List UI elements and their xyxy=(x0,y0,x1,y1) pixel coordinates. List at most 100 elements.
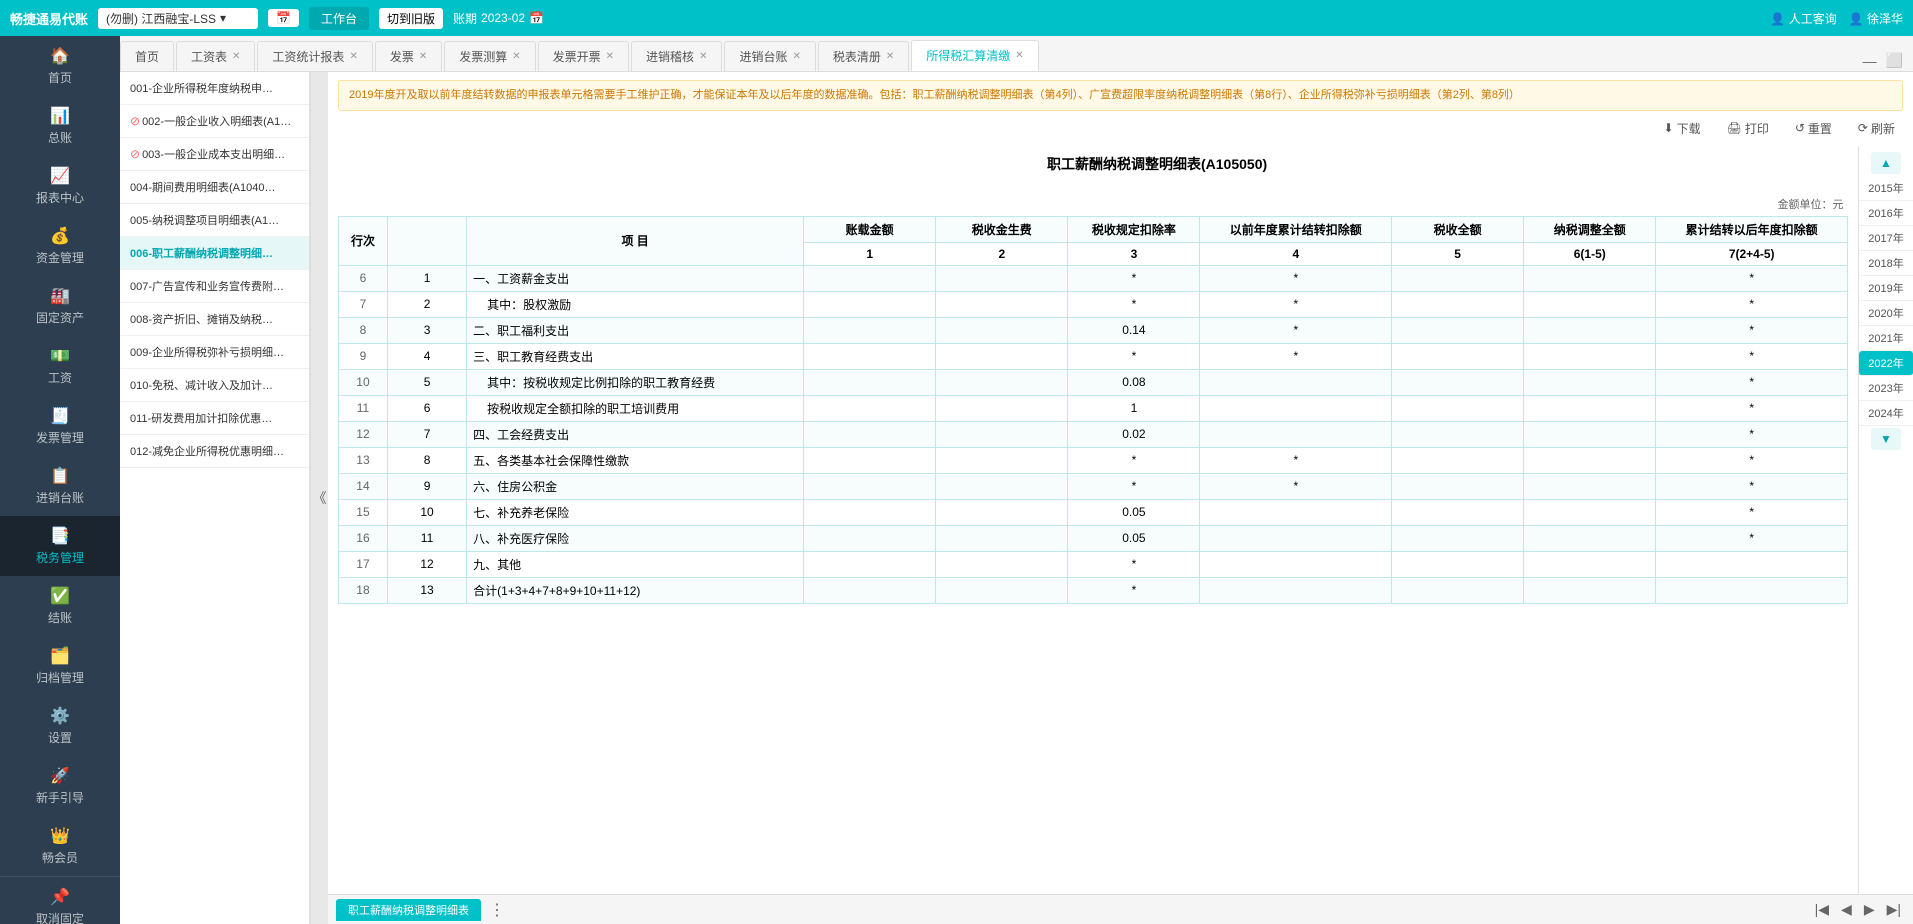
table-row[interactable]: 12 7 四、工会经费支出 0.02 * xyxy=(339,421,1848,447)
close-icon[interactable]: ✕ xyxy=(349,51,357,62)
refresh-button[interactable]: ⟳ 刷新 xyxy=(1850,117,1903,140)
year-item-2016[interactable]: 2016年 xyxy=(1859,201,1913,226)
sidebar-item-asset[interactable]: 💰 资金管理 xyxy=(0,216,120,276)
tab-income-tax[interactable]: 所得税汇算清缴✕ xyxy=(911,40,1038,71)
sidebar-item-tax[interactable]: 📑 税务管理 xyxy=(0,516,120,576)
left-panel-item-008[interactable]: 008-资产折旧、摊销及纳税… xyxy=(120,303,309,336)
close-icon[interactable]: ✕ xyxy=(886,51,894,62)
year-item-2015[interactable]: 2015年 xyxy=(1859,176,1913,201)
reset-button[interactable]: ↺ 重置 xyxy=(1787,117,1840,140)
minimize-icon[interactable]: — xyxy=(1861,51,1879,71)
close-icon[interactable]: ✕ xyxy=(419,51,427,62)
bottom-sheet-tab[interactable]: 职工薪酬纳税调整明细表 xyxy=(336,899,481,921)
user-avatar[interactable]: 👤 徐泽华 xyxy=(1849,10,1903,27)
sidebar-item-guide[interactable]: 🚀 新手引导 xyxy=(0,756,120,816)
table-row[interactable]: 18 13 合计(1+3+4+7+8+9+10+11+12) * xyxy=(339,577,1848,603)
close-icon[interactable]: ✕ xyxy=(1015,50,1023,61)
table-row[interactable]: 9 4 三、职工教育经费支出 * * * xyxy=(339,343,1848,369)
table-row[interactable]: 16 11 八、补充医疗保险 0.05 * xyxy=(339,525,1848,551)
tab-invoice-calc[interactable]: 发票测算✕ xyxy=(444,41,535,71)
close-icon[interactable]: ✕ xyxy=(512,51,520,62)
left-panel-item-003[interactable]: ⊘003-一般企业成本支出明细… xyxy=(120,138,309,171)
switch-period-button[interactable]: 切到旧版 xyxy=(379,8,443,29)
close-icon[interactable]: ✕ xyxy=(792,51,800,62)
tab-tax-book[interactable]: 税表清册✕ xyxy=(818,41,909,71)
cancel-fixed-button[interactable]: 📌 取消固定 xyxy=(0,877,120,924)
more-icon[interactable]: ⋮ xyxy=(481,900,513,920)
left-panel-item-010[interactable]: 010-免税、减计收入及加计… xyxy=(120,369,309,402)
tab-home[interactable]: 首页 xyxy=(120,41,174,71)
year-item-2021[interactable]: 2021年 xyxy=(1859,326,1913,351)
table-row[interactable]: 15 10 七、补充养老保险 0.05 * xyxy=(339,499,1848,525)
left-panel-item-009[interactable]: 009-企业所得税弥补亏损明细… xyxy=(120,336,309,369)
year-item-2022[interactable]: 2022年 xyxy=(1859,351,1913,376)
table-row[interactable]: 6 1 一、工资薪金支出 * * * xyxy=(339,265,1848,291)
table-row[interactable]: 7 2 其中：股权激励 * * * xyxy=(339,291,1848,317)
table-row[interactable]: 8 3 二、职工福利支出 0.14 * * xyxy=(339,317,1848,343)
sidebar-item-label: 固定资产 xyxy=(36,309,84,326)
col-subheader-e: 3 xyxy=(1068,242,1200,265)
table-row[interactable]: 17 12 九、其他 * xyxy=(339,551,1848,577)
sidebar: 🏠 首页 📊 总账 📈 报表中心 💰 资金管理 🏭 固定资产 💵 工资 🧾 发票… xyxy=(0,36,120,924)
workbench-button[interactable]: 工作台 xyxy=(309,7,369,30)
tab-invoice-open[interactable]: 发票开票✕ xyxy=(538,41,629,71)
tab-purchase-ledger[interactable]: 进销台账✕ xyxy=(724,41,815,71)
sidebar-item-settings[interactable]: ⚙️ 设置 xyxy=(0,696,120,756)
table-row[interactable]: 11 6 按税收规定全额扣除的职工培训费用 1 * xyxy=(339,395,1848,421)
left-panel: 001-企业所得税年度纳税申… ⊘002-一般企业收入明细表(A1… ⊘003-… xyxy=(120,72,310,924)
left-panel-item-012[interactable]: 012-减免企业所得税优惠明细… xyxy=(120,435,309,468)
collapse-button[interactable]: 《 xyxy=(310,72,328,924)
left-panel-item-001[interactable]: 001-企业所得税年度纳税申… xyxy=(120,72,309,105)
left-panel-item-007[interactable]: 007-广告宣传和业务宣传费附… xyxy=(120,270,309,303)
table-row[interactable]: 14 9 六、住房公积金 * * * xyxy=(339,473,1848,499)
sidebar-item-archive[interactable]: 🗂️ 归档管理 xyxy=(0,636,120,696)
left-panel-item-004[interactable]: 004-期间费用明细表(A1040… xyxy=(120,171,309,204)
customer-service[interactable]: 👤 人工客询 xyxy=(1770,10,1836,27)
left-panel-item-006[interactable]: 006-职工薪酬纳税调整明细… xyxy=(120,237,309,270)
year-item-2017[interactable]: 2017年 xyxy=(1859,226,1913,251)
close-icon[interactable]: ✕ xyxy=(232,51,240,62)
sidebar-item-report[interactable]: 📈 报表中心 xyxy=(0,156,120,216)
nav-first-icon[interactable]: |◀ xyxy=(1811,899,1833,920)
sidebar-item-ledger[interactable]: 📊 总账 xyxy=(0,96,120,156)
app-logo: 畅捷通易代账 xyxy=(10,9,88,28)
year-item-2019[interactable]: 2019年 xyxy=(1859,276,1913,301)
year-nav-up[interactable]: ▲ xyxy=(1871,152,1901,174)
tab-purchase-audit[interactable]: 进销稽核✕ xyxy=(631,41,722,71)
close-icon[interactable]: ✕ xyxy=(699,51,707,62)
table-row[interactable]: 13 8 五、各类基本社会保障性缴款 * * * xyxy=(339,447,1848,473)
year-item-2018[interactable]: 2018年 xyxy=(1859,251,1913,276)
calendar-icon[interactable]: 📅 xyxy=(268,9,299,27)
year-item-2023[interactable]: 2023年 xyxy=(1859,376,1913,401)
maximize-icon[interactable]: ⬜ xyxy=(1884,50,1905,71)
table-row[interactable]: 10 5 其中：按税收规定比例扣除的职工教育经费 0.08 * xyxy=(339,369,1848,395)
sidebar-item-home[interactable]: 🏠 首页 xyxy=(0,36,120,96)
close-icon[interactable]: ✕ xyxy=(606,51,614,62)
table-row xyxy=(339,182,1848,192)
nav-last-icon[interactable]: ▶| xyxy=(1883,899,1905,920)
sidebar-item-salary[interactable]: 💵 工资 xyxy=(0,336,120,396)
year-nav-down[interactable]: ▼ xyxy=(1871,428,1901,450)
table-row: 金额单位：元 xyxy=(339,192,1848,217)
sidebar-item-fixed[interactable]: 🏭 固定资产 xyxy=(0,276,120,336)
tab-invoice[interactable]: 发票✕ xyxy=(375,41,442,71)
col-subheader-g: 5 xyxy=(1392,242,1524,265)
company-selector[interactable]: (勿删) 江西融宝-LSS ▾ xyxy=(98,8,258,29)
print-button[interactable]: 🖨 打印 xyxy=(1719,117,1777,140)
tab-salary-report[interactable]: 工资统计报表✕ xyxy=(257,41,372,71)
download-button[interactable]: ⬇ 下载 xyxy=(1656,117,1709,140)
nav-next-icon[interactable]: ▶ xyxy=(1860,899,1879,920)
nav-prev-icon[interactable]: ◀ xyxy=(1837,899,1856,920)
col-header-f: 以前年度累计结转扣除额 xyxy=(1200,216,1392,242)
sidebar-item-settle[interactable]: ✅ 结账 xyxy=(0,576,120,636)
tab-salary-sheet[interactable]: 工资表✕ xyxy=(176,41,255,71)
year-item-2020[interactable]: 2020年 xyxy=(1859,301,1913,326)
sidebar-item-invoice[interactable]: 🧾 发票管理 xyxy=(0,396,120,456)
calendar-icon2[interactable]: 📅 xyxy=(529,11,544,25)
year-item-2024[interactable]: 2024年 xyxy=(1859,401,1913,426)
left-panel-item-011[interactable]: 011-研发费用加计扣除优惠… xyxy=(120,402,309,435)
left-panel-item-005[interactable]: 005-纳税调整项目明细表(A1… xyxy=(120,204,309,237)
left-panel-item-002[interactable]: ⊘002-一般企业收入明细表(A1… xyxy=(120,105,309,138)
sidebar-item-member[interactable]: 👑 畅会员 xyxy=(0,816,120,876)
sidebar-item-purchase[interactable]: 📋 进销台账 xyxy=(0,456,120,516)
